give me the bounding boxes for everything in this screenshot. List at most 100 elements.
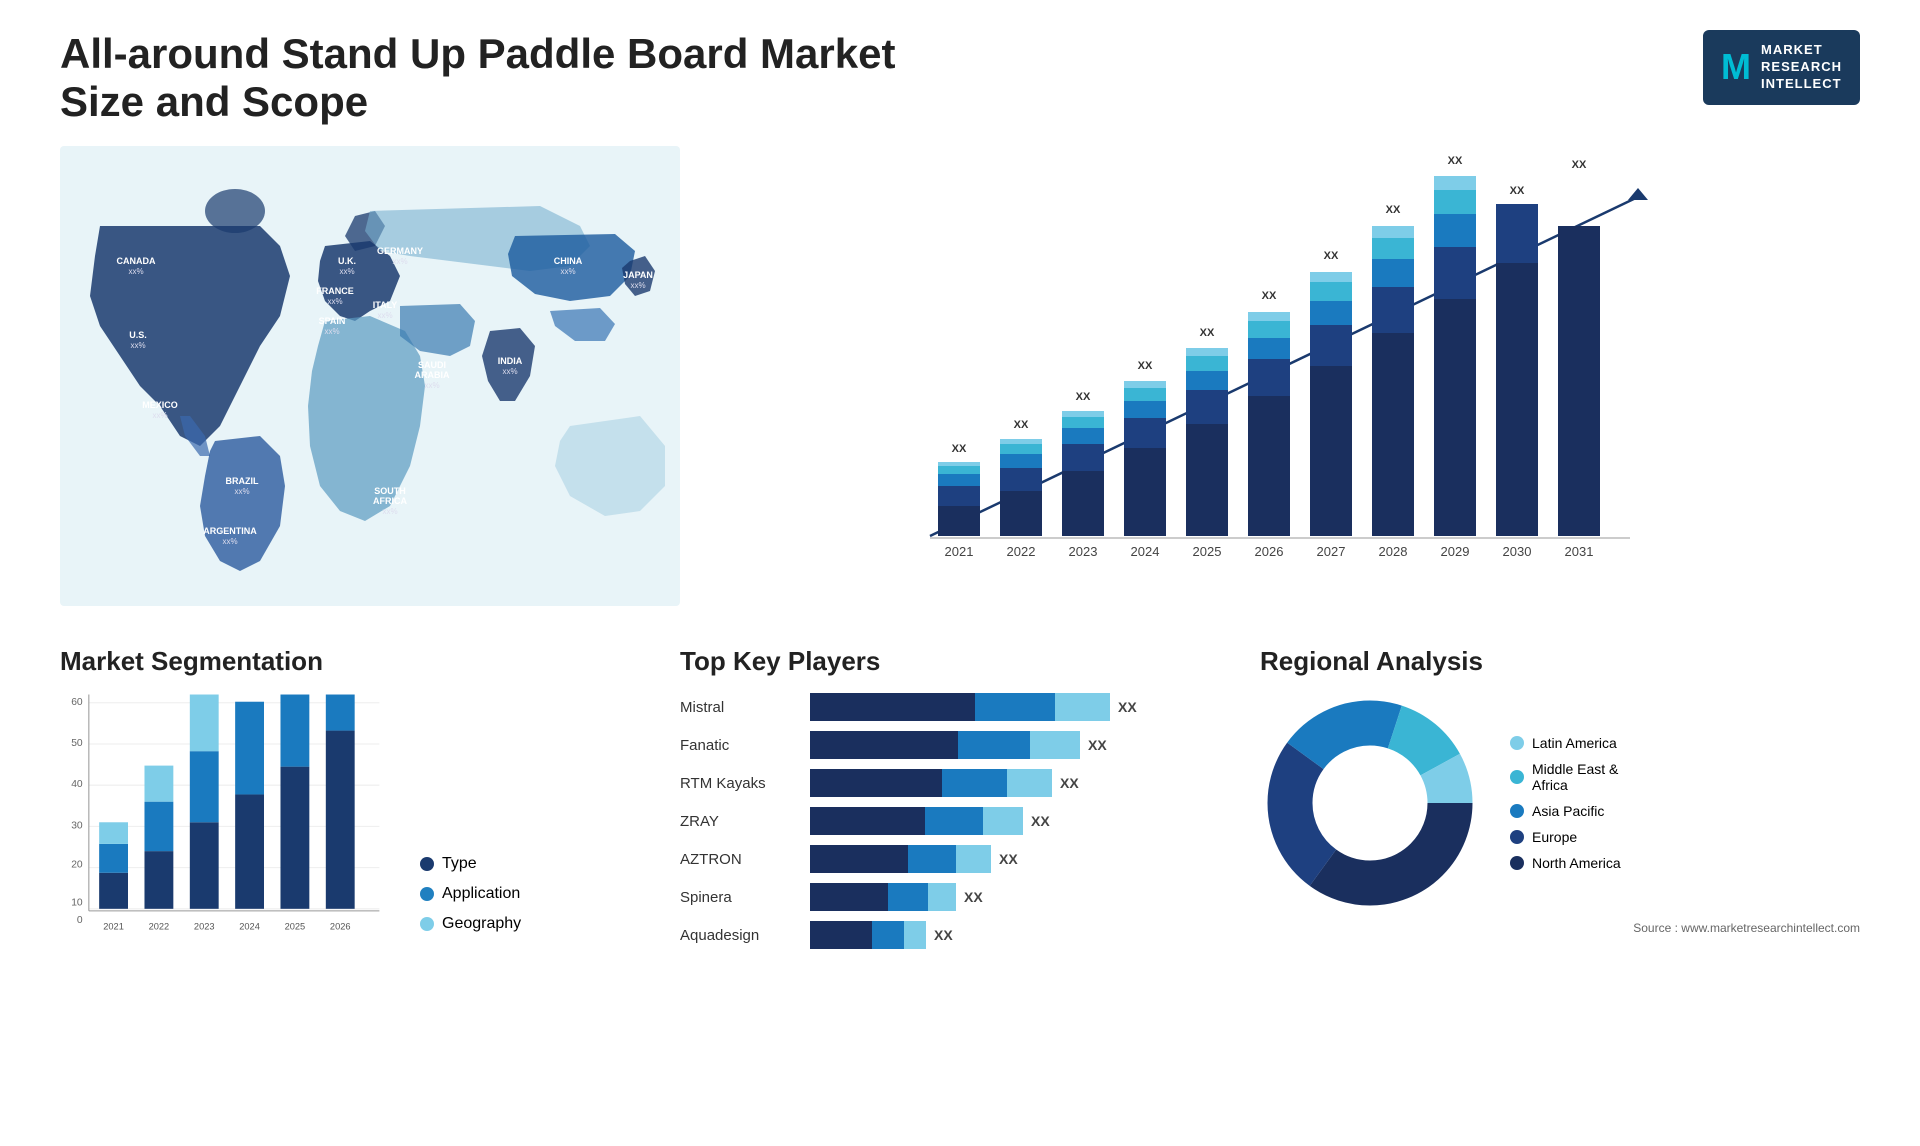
geography-label: Geography bbox=[442, 915, 521, 933]
svg-text:2025: 2025 bbox=[1193, 544, 1222, 559]
svg-text:SOUTH: SOUTH bbox=[374, 486, 406, 496]
svg-text:xx%: xx% bbox=[128, 267, 143, 276]
apac-label: Asia Pacific bbox=[1532, 803, 1604, 819]
svg-text:XX: XX bbox=[1138, 360, 1153, 372]
player-row: AZTRON XX bbox=[680, 845, 1220, 873]
svg-text:U.S.: U.S. bbox=[129, 330, 147, 340]
type-dot bbox=[420, 857, 434, 871]
svg-text:XX: XX bbox=[1448, 156, 1463, 167]
player-xx: XX bbox=[964, 889, 983, 905]
svg-text:xx%: xx% bbox=[630, 281, 645, 290]
player-name: Aquadesign bbox=[680, 927, 800, 944]
player-xx: XX bbox=[999, 851, 1018, 867]
svg-text:GERMANY: GERMANY bbox=[377, 246, 423, 256]
svg-text:XX: XX bbox=[1014, 419, 1029, 431]
page: All-around Stand Up Paddle Board Market … bbox=[0, 0, 1920, 1146]
segmentation-title: Market Segmentation bbox=[60, 646, 640, 677]
svg-text:BRAZIL: BRAZIL bbox=[226, 476, 259, 486]
apac-dot bbox=[1510, 804, 1524, 818]
legend-type: Type bbox=[420, 855, 521, 873]
geography-dot bbox=[420, 917, 434, 931]
player-bar-wrap: XX bbox=[810, 769, 1220, 797]
bottom-row: Market Segmentation 60 50 40 30 20 10 0 bbox=[60, 646, 1860, 959]
svg-text:2024: 2024 bbox=[1131, 544, 1160, 559]
svg-text:10: 10 bbox=[71, 898, 83, 909]
na-dot bbox=[1510, 856, 1524, 870]
svg-text:2025: 2025 bbox=[285, 921, 306, 931]
svg-text:SPAIN: SPAIN bbox=[319, 316, 346, 326]
logo-area: M MARKET RESEARCH INTELLECT bbox=[1703, 30, 1860, 105]
svg-text:XX: XX bbox=[1200, 327, 1215, 339]
regional-title: Regional Analysis bbox=[1260, 646, 1860, 677]
player-xx: XX bbox=[934, 927, 953, 943]
player-name: ZRAY bbox=[680, 813, 800, 830]
application-label: Application bbox=[442, 885, 520, 903]
player-name: Spinera bbox=[680, 889, 800, 906]
player-row: Mistral XX bbox=[680, 693, 1220, 721]
svg-text:2027: 2027 bbox=[1317, 544, 1346, 559]
player-name: Fanatic bbox=[680, 737, 800, 754]
svg-text:SAUDI: SAUDI bbox=[418, 360, 446, 370]
main-content: CANADA xx% U.S. xx% MEXICO xx% BRAZIL xx… bbox=[60, 146, 1860, 959]
svg-text:xx%: xx% bbox=[222, 537, 237, 546]
svg-text:XX: XX bbox=[1386, 204, 1401, 216]
regional-content: Latin America Middle East &Africa Asia P… bbox=[1260, 693, 1860, 913]
legend-application: Application bbox=[420, 885, 521, 903]
svg-text:ITALY: ITALY bbox=[373, 300, 398, 310]
svg-text:2026: 2026 bbox=[1255, 544, 1284, 559]
world-map: CANADA xx% U.S. xx% MEXICO xx% BRAZIL xx… bbox=[60, 146, 680, 606]
svg-text:AFRICA: AFRICA bbox=[373, 496, 407, 506]
header: All-around Stand Up Paddle Board Market … bbox=[60, 30, 1860, 126]
map-container: CANADA xx% U.S. xx% MEXICO xx% BRAZIL xx… bbox=[60, 146, 680, 606]
svg-text:xx%: xx% bbox=[327, 297, 342, 306]
svg-text:2023: 2023 bbox=[1069, 544, 1098, 559]
regional-section: Regional Analysis bbox=[1260, 646, 1860, 959]
mea-dot bbox=[1510, 770, 1524, 784]
segmentation-legend: Type Application Geography bbox=[420, 855, 521, 933]
player-xx: XX bbox=[1060, 775, 1079, 791]
svg-text:XX: XX bbox=[952, 443, 967, 455]
svg-text:2031: 2031 bbox=[1565, 544, 1594, 559]
svg-text:JAPAN: JAPAN bbox=[623, 270, 653, 280]
player-bar-wrap: XX bbox=[810, 845, 1220, 873]
svg-text:60: 60 bbox=[71, 697, 83, 708]
europe-label: Europe bbox=[1532, 829, 1577, 845]
svg-text:2021: 2021 bbox=[945, 544, 974, 559]
players-title: Top Key Players bbox=[680, 646, 1220, 677]
svg-text:xx%: xx% bbox=[560, 267, 575, 276]
svg-text:2026: 2026 bbox=[330, 921, 351, 931]
players-list: Mistral XX Fanatic bbox=[680, 693, 1220, 959]
svg-text:xx%: xx% bbox=[502, 367, 517, 376]
svg-text:INDIA: INDIA bbox=[498, 356, 523, 366]
mea-label: Middle East &Africa bbox=[1532, 761, 1618, 793]
latin-label: Latin America bbox=[1532, 735, 1617, 751]
logo-letter: M bbox=[1721, 46, 1751, 88]
player-xx: XX bbox=[1031, 813, 1050, 829]
svg-text:xx%: xx% bbox=[392, 257, 407, 266]
svg-text:50: 50 bbox=[71, 738, 83, 749]
player-name: Mistral bbox=[680, 699, 800, 716]
svg-text:XX: XX bbox=[1510, 185, 1525, 197]
svg-text:XX: XX bbox=[1324, 250, 1339, 262]
regional-legend: Latin America Middle East &Africa Asia P… bbox=[1510, 735, 1621, 871]
reg-item-latin: Latin America bbox=[1510, 735, 1621, 751]
bar-chart: XX XX XX XX bbox=[720, 156, 1840, 576]
player-row: Fanatic XX bbox=[680, 731, 1220, 759]
player-name: AZTRON bbox=[680, 851, 800, 868]
player-xx: XX bbox=[1118, 699, 1137, 715]
svg-text:ARGENTINA: ARGENTINA bbox=[203, 526, 257, 536]
svg-text:xx%: xx% bbox=[377, 311, 392, 320]
svg-text:xx%: xx% bbox=[339, 267, 354, 276]
svg-text:2022: 2022 bbox=[149, 921, 170, 931]
player-row: Aquadesign XX bbox=[680, 921, 1220, 949]
svg-text:2024: 2024 bbox=[239, 921, 260, 931]
svg-text:2028: 2028 bbox=[1379, 544, 1408, 559]
segmentation-section: Market Segmentation 60 50 40 30 20 10 0 bbox=[60, 646, 640, 959]
logo-text: MARKET RESEARCH INTELLECT bbox=[1761, 42, 1842, 93]
svg-text:CANADA: CANADA bbox=[117, 256, 156, 266]
svg-text:xx%: xx% bbox=[130, 341, 145, 350]
type-label: Type bbox=[442, 855, 477, 873]
svg-text:2022: 2022 bbox=[1007, 544, 1036, 559]
map-section: CANADA xx% U.S. xx% MEXICO xx% BRAZIL xx… bbox=[60, 146, 680, 626]
svg-text:xx%: xx% bbox=[152, 411, 167, 420]
